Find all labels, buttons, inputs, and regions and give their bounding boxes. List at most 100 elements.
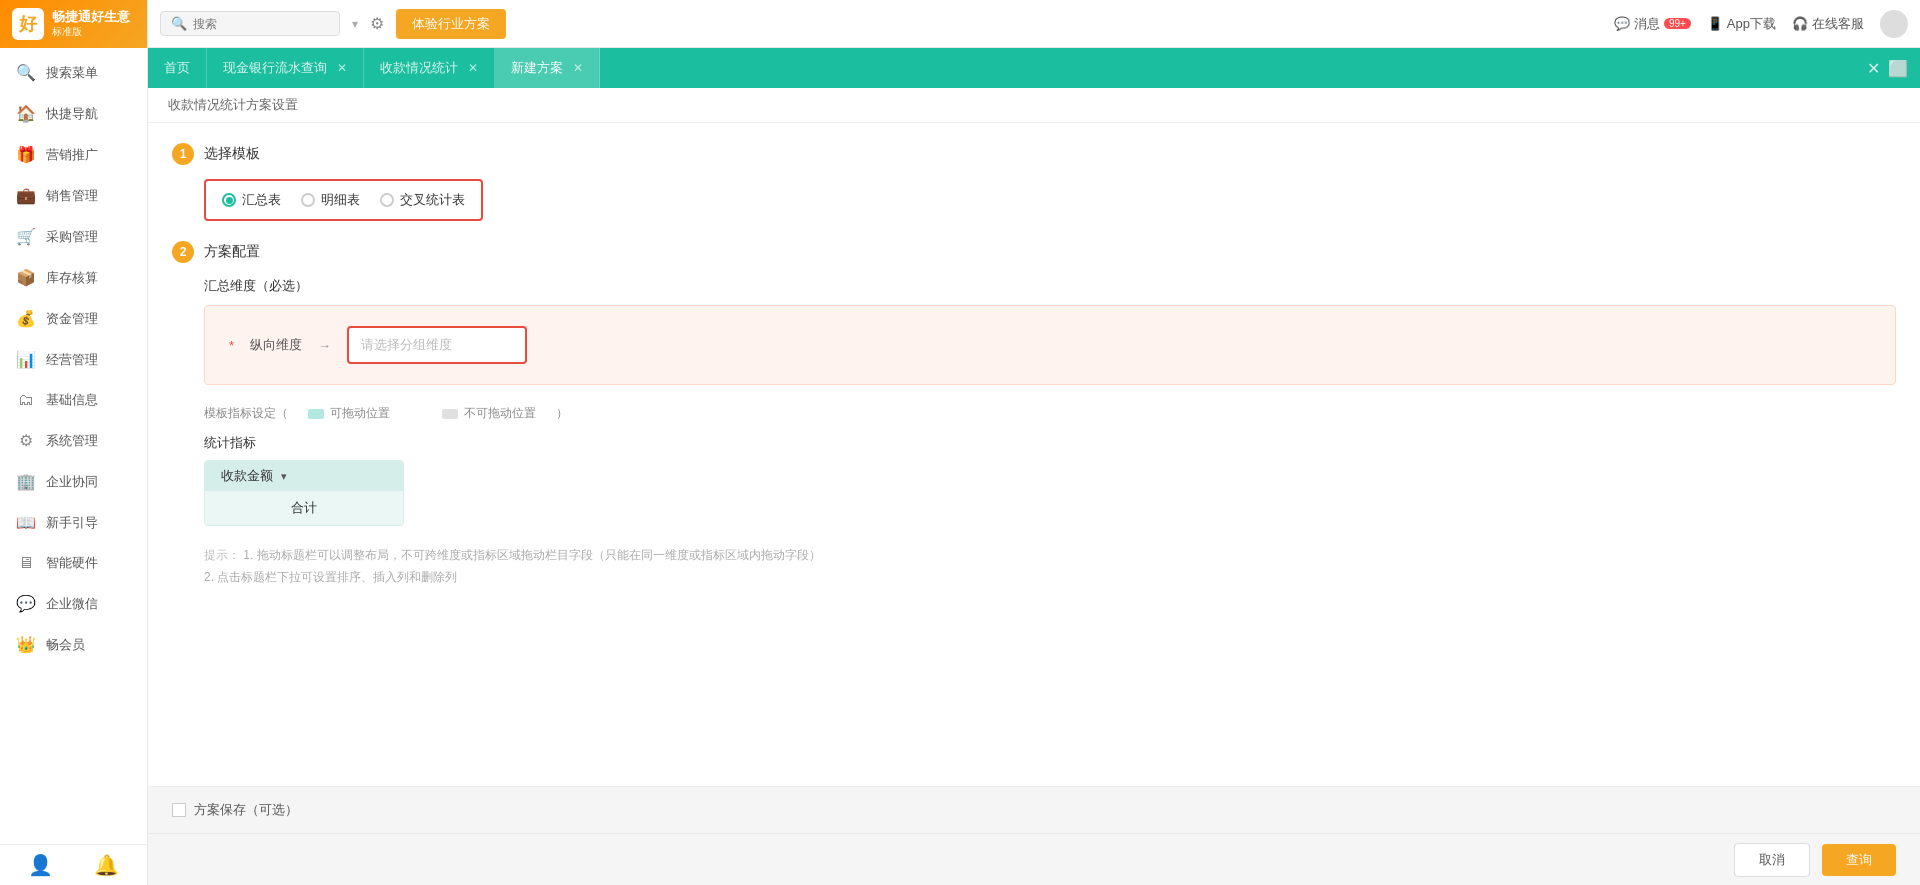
tab-new-plan-close-icon[interactable]: ✕	[573, 61, 583, 75]
notification-item[interactable]: 💬 消息 99+	[1614, 15, 1691, 33]
sidebar-item-operations[interactable]: 📊 经营管理	[0, 339, 147, 380]
download-icon: 📱	[1707, 16, 1723, 31]
sidebar-item-label: 销售管理	[46, 187, 98, 205]
main-area: 🔍 ▾ ⚙ 体验行业方案 💬 消息 99+ 📱 App下载 🎧 在线客服	[148, 0, 1920, 885]
radio-detail-label: 明细表	[321, 191, 360, 209]
user-avatar[interactable]	[1880, 10, 1908, 38]
tab-bank-close-icon[interactable]: ✕	[337, 61, 347, 75]
tab-spacer	[600, 48, 1855, 88]
sidebar-item-label: 资金管理	[46, 310, 98, 328]
sidebar-item-wechat[interactable]: 💬 企业微信	[0, 583, 147, 624]
dimension-required-mark: *	[229, 338, 234, 353]
settings-icon[interactable]: ⚙	[370, 14, 384, 33]
search-icon: 🔍	[171, 16, 187, 31]
sidebar-footer-icon1[interactable]: 👤	[28, 853, 53, 877]
step2-section: 2 方案配置 汇总维度（必选） * 纵向维度 → 请选择分组维度	[172, 241, 1896, 588]
tip-label: 提示：	[204, 548, 240, 562]
tab-home[interactable]: 首页	[148, 48, 207, 88]
tab-bar: 首页 现金银行流水查询 ✕ 收款情况统计 ✕ 新建方案 ✕ ✕ ⬜	[148, 48, 1920, 88]
tip2-text: 2. 点击标题栏下拉可设置排序、插入列和删除列	[204, 570, 457, 584]
bottom-bar: 取消 查询	[148, 833, 1920, 885]
support-item[interactable]: 🎧 在线客服	[1792, 15, 1864, 33]
sidebar-item-guide[interactable]: 📖 新手引导	[0, 502, 147, 543]
support-label: 在线客服	[1812, 15, 1864, 33]
search-input[interactable]	[193, 17, 323, 31]
cart-icon: 🛒	[16, 227, 36, 246]
notification-badge: 99+	[1664, 18, 1691, 29]
logo-icon: 好	[12, 8, 44, 40]
sidebar-item-label: 新手引导	[46, 514, 98, 532]
tab-new-plan[interactable]: 新建方案 ✕	[495, 48, 600, 88]
radio-group: 汇总表 明细表 交叉统计表	[222, 191, 465, 209]
sidebar-item-member[interactable]: 👑 畅会员	[0, 624, 147, 665]
box-icon: 📦	[16, 268, 36, 287]
sidebar-nav: 🔍 搜索菜单 🏠 快捷导航 🎁 营销推广 💼 销售管理 🛒 采购管理 📦 库存核…	[0, 48, 147, 844]
search-box[interactable]: 🔍	[160, 11, 340, 36]
sidebar-item-inventory[interactable]: 📦 库存核算	[0, 257, 147, 298]
crown-icon: 👑	[16, 635, 36, 654]
sidebar-item-search[interactable]: 🔍 搜索菜单	[0, 52, 147, 93]
query-button[interactable]: 查询	[1822, 844, 1896, 876]
radio-detail[interactable]: 明细表	[301, 191, 360, 209]
metrics-column-label: 收款金额	[221, 467, 273, 485]
metrics-title: 统计指标	[204, 434, 1896, 452]
industry-btn[interactable]: 体验行业方案	[396, 9, 506, 39]
tab-new-plan-label: 新建方案	[511, 59, 563, 77]
sidebar-item-finance[interactable]: 💰 资金管理	[0, 298, 147, 339]
config-section: 汇总维度（必选） * 纵向维度 → 请选择分组维度	[172, 277, 1896, 385]
tab-bank-label: 现金银行流水查询	[223, 59, 327, 77]
notification-label: 消息	[1634, 15, 1660, 33]
sidebar-item-enterprise[interactable]: 🏢 企业协同	[0, 461, 147, 502]
step1-number: 1	[172, 143, 194, 165]
download-item[interactable]: 📱 App下载	[1707, 15, 1776, 33]
sidebar-item-marketing[interactable]: 🎁 营销推广	[0, 134, 147, 175]
sales-icon: 💼	[16, 186, 36, 205]
non-draggable-label: 不可拖动位置	[464, 405, 536, 422]
metrics-settings-label: 模板指标设定（	[204, 405, 288, 422]
gear-icon: ⚙	[16, 431, 36, 450]
logo-badge: 标准版	[52, 25, 130, 39]
save-checkbox[interactable]	[172, 803, 186, 817]
cancel-button[interactable]: 取消	[1734, 843, 1810, 877]
dimension-select[interactable]: 请选择分组维度	[347, 326, 527, 364]
save-label: 方案保存（可选）	[194, 801, 298, 819]
tab-receipts-close-icon[interactable]: ✕	[468, 61, 478, 75]
notification-icon: 💬	[1614, 16, 1630, 31]
close-window-icon[interactable]: ✕	[1867, 59, 1880, 78]
sidebar-item-label: 营销推广	[46, 146, 98, 164]
gift-icon: 🎁	[16, 145, 36, 164]
sidebar-item-basic[interactable]: 🗂 基础信息	[0, 380, 147, 420]
sidebar-item-label: 经营管理	[46, 351, 98, 369]
sidebar-footer: 👤 🔔	[0, 844, 147, 885]
dimension-placeholder: 请选择分组维度	[361, 337, 452, 352]
sidebar-item-system[interactable]: ⚙ 系统管理	[0, 420, 147, 461]
app-logo: 好 畅捷通好生意 标准版	[0, 0, 147, 48]
sidebar-item-label: 基础信息	[46, 391, 98, 409]
sidebar-item-label: 库存核算	[46, 269, 98, 287]
tab-receipts[interactable]: 收款情况统计 ✕	[364, 48, 495, 88]
non-draggable-box	[442, 409, 458, 419]
radio-summary-circle	[222, 193, 236, 207]
sidebar-item-label: 采购管理	[46, 228, 98, 246]
sidebar-footer-icon2[interactable]: 🔔	[94, 853, 119, 877]
radio-cross[interactable]: 交叉统计表	[380, 191, 465, 209]
dropdown-arrow-icon[interactable]: ▾	[352, 17, 358, 31]
content-area: 收款情况统计方案设置 1 选择模板 汇总表 明细表	[148, 88, 1920, 885]
tab-bank[interactable]: 现金银行流水查询 ✕	[207, 48, 364, 88]
sidebar-item-sales[interactable]: 💼 销售管理	[0, 175, 147, 216]
radio-summary[interactable]: 汇总表	[222, 191, 281, 209]
maximize-icon[interactable]: ⬜	[1888, 59, 1908, 78]
sidebar-item-nav[interactable]: 🏠 快捷导航	[0, 93, 147, 134]
book-icon: 📖	[16, 513, 36, 532]
building-icon: 🏢	[16, 472, 36, 491]
sidebar-item-purchase[interactable]: 🛒 采购管理	[0, 216, 147, 257]
form-area: 1 选择模板 汇总表 明细表	[148, 123, 1920, 786]
window-buttons: ✕ ⬜	[1855, 48, 1920, 88]
radio-detail-circle	[301, 193, 315, 207]
step1-section: 1 选择模板 汇总表 明细表	[172, 143, 1896, 221]
metrics-column-header[interactable]: 收款金额 ▾	[205, 461, 403, 491]
home-icon: 🏠	[16, 104, 36, 123]
sidebar-item-hardware[interactable]: 🖥 智能硬件	[0, 543, 147, 583]
config-title: 汇总维度（必选）	[204, 277, 1896, 295]
draggable-box	[308, 409, 324, 419]
